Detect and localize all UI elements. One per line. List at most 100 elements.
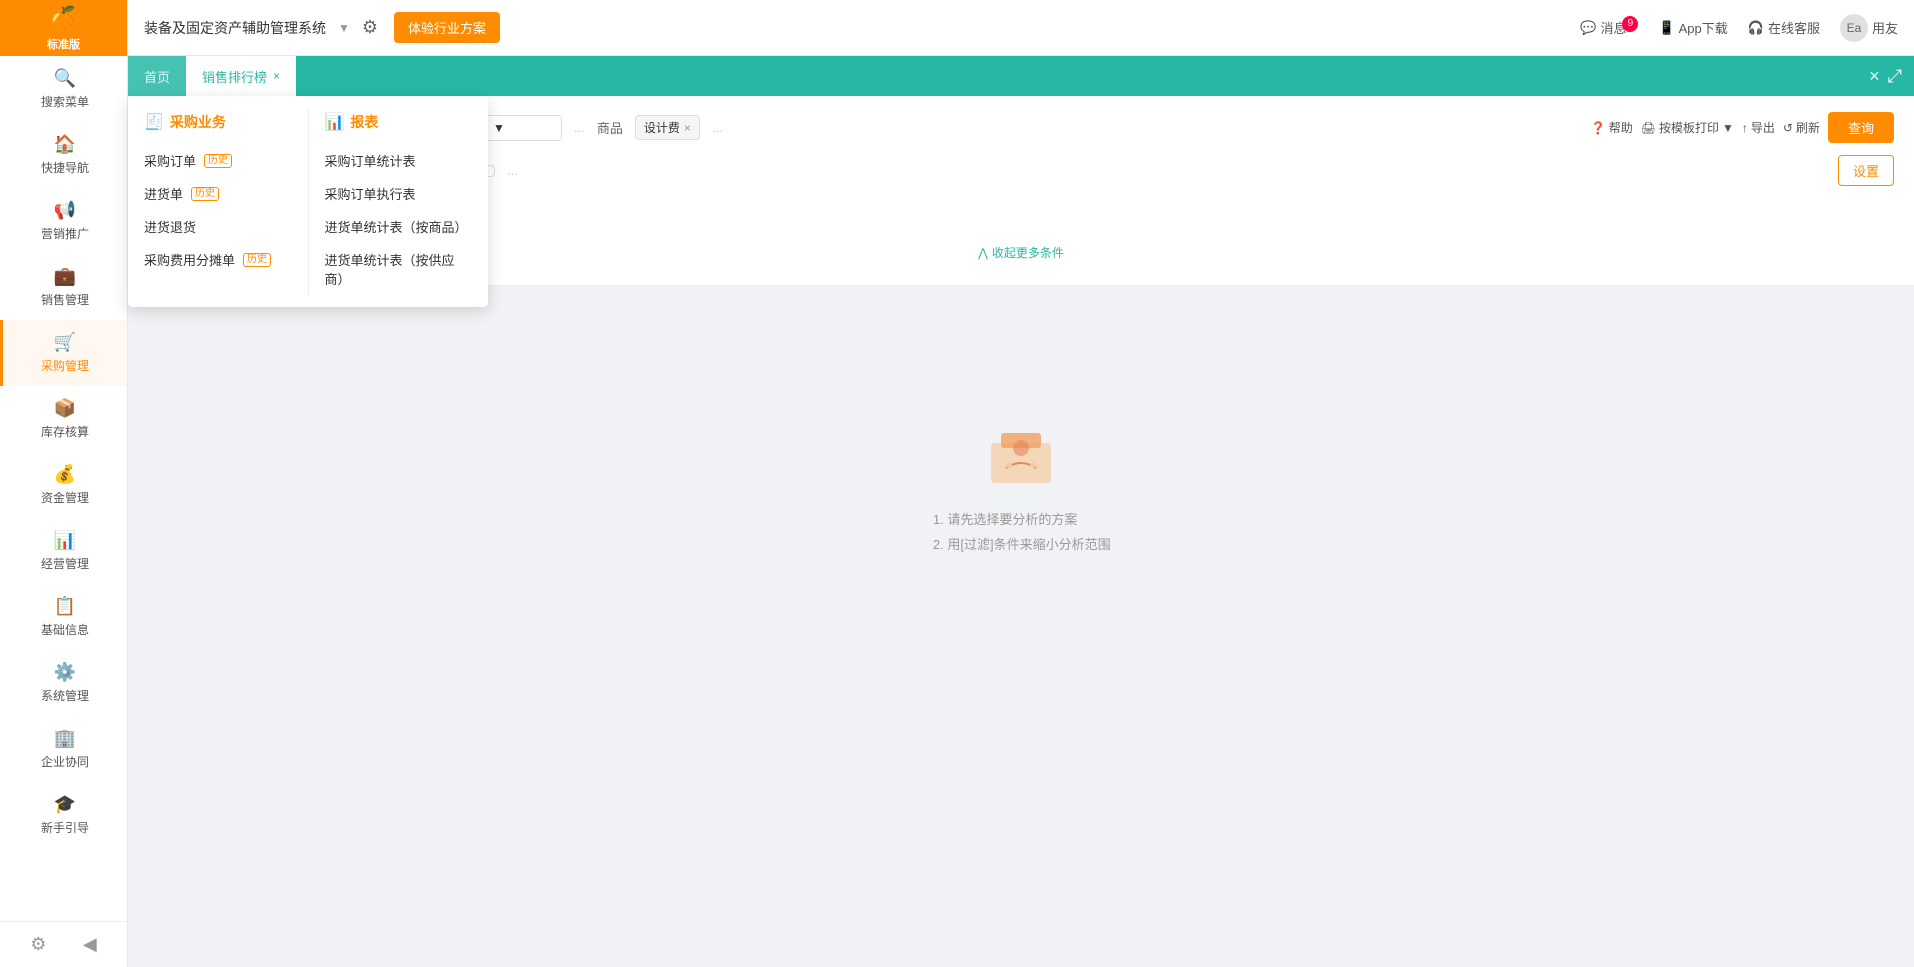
dropdown-item-cost-allocation[interactable]: 采购费用分摊单 历史 [144,243,292,276]
purchase-order-label: 采购订单 [144,151,196,170]
voucher-status-control[interactable]: ▼ [482,115,562,141]
refresh-icon: ↺ [1783,121,1793,135]
report-icon: 📊 [325,112,345,132]
dropdown-item-purchase-order[interactable]: 采购订单 历史 [144,144,292,177]
settings-button[interactable]: 设置 [1838,155,1894,186]
sidebar: 🍊 标准版 🔍 搜索菜单 🏠 快捷导航 📢 营销推广 💼 销售管理 🛒 采购管理… [0,0,128,967]
query-button[interactable]: 查询 [1828,112,1894,143]
return-label: 进货退货 [144,217,196,236]
tab-close-window-icon[interactable]: × [1869,66,1880,87]
basic-info-icon: 📋 [54,596,76,617]
incoming-by-supplier-label: 进货单统计表（按供应商） [325,250,473,288]
dropdown-item-incoming-by-supplier[interactable]: 进货单统计表（按供应商） [325,243,473,295]
finance-icon: 💰 [54,464,76,485]
tab-home[interactable]: 首页 [128,56,186,96]
report-title: 📊 报表 [325,108,473,132]
app-download-button[interactable]: 📱 App下载 [1658,18,1727,37]
dropdown-item-return[interactable]: 进货退货 [144,210,292,243]
sidebar-item-search[interactable]: 🔍 搜索菜单 [0,56,127,122]
report-label: 报表 [350,112,378,132]
help-icon: ❓ [1591,121,1606,135]
incoming-label: 进货单 [144,184,183,203]
tab-sales-ranking[interactable]: 销售排行榜 × [186,56,296,96]
toolbar-right: ❓ 帮助 🖨 按模板打印 ▼ ↑ 导出 ↺ 刷新 查询 [1591,112,1894,143]
sidebar-bottom: ⚙ ◀ [0,921,127,967]
purchase-business-label: 采购业务 [170,112,226,132]
empty-illustration [971,413,1071,493]
sidebar-item-sales[interactable]: 💼 销售管理 [0,254,127,320]
report-column: 📊 报表 采购订单统计表 采购订单执行表 进货单统计表（按商品） 进货单统计表（… [308,108,489,295]
avatar: Ea [1840,14,1868,42]
message-badge: 9 [1622,16,1638,32]
purchase-icon: 🛒 [54,332,76,353]
sidebar-logo: 🍊 标准版 [0,0,127,56]
sidebar-item-marketing[interactable]: 📢 营销推广 [0,188,127,254]
incoming-by-goods-label: 进货单统计表（按商品） [325,217,468,236]
goods-dots[interactable]: ... [712,120,723,135]
topbar-settings-icon[interactable]: ⚙ [362,17,378,38]
sidebar-item-quick-nav[interactable]: 🏠 快捷导航 [0,122,127,188]
message-icon: 💬 [1580,20,1596,36]
industry-solution-button[interactable]: 体验行业方案 [394,12,500,43]
sidebar-item-basic-info[interactable]: 📋 基础信息 [0,584,127,650]
beginner-icon: 🎓 [54,794,76,815]
refresh-button[interactable]: ↺ 刷新 [1783,119,1820,136]
sidebar-item-label: 资金管理 [41,489,89,506]
sidebar-item-beginner[interactable]: 🎓 新手引导 [0,782,127,848]
online-service-button[interactable]: 🎧 在线客服 [1748,18,1820,37]
print-template-button[interactable]: ❓ 帮助 [1591,119,1633,136]
sidebar-item-inventory[interactable]: 📦 库存核算 [0,386,127,452]
tabbar-right: × ⤢ [1869,66,1914,87]
dropdown-columns: 🧾 采购业务 采购订单 历史 进货单 历史 进货退货 采购费用分摊单 历史 📊 [128,108,488,295]
dropdown-item-order-exec[interactable]: 采购订单执行表 [325,177,473,210]
history-badge-purchase-order: 历史 [204,154,232,168]
topbar-right: 💬 消息 9 📱 App下载 🎧 在线客服 Ea 用友 [1580,14,1898,42]
system-dropdown-icon[interactable]: ▼ [338,21,350,35]
message-button[interactable]: 💬 消息 9 [1580,18,1638,37]
sidebar-item-operations[interactable]: 📊 经营管理 [0,518,127,584]
salesperson-dots[interactable]: ... [507,163,518,178]
sidebar-item-purchase[interactable]: 🛒 采购管理 [0,320,127,386]
sidebar-item-system[interactable]: ⚙️ 系统管理 [0,650,127,716]
settings-button[interactable]: ⚙ [30,934,46,955]
empty-hints: 请先选择要分析的方案 用[过滤]条件来缩小分析范围 [931,509,1110,559]
empty-hint-1: 请先选择要分析的方案 [947,509,1110,528]
tab-sales-ranking-label: 销售排行榜 [202,67,267,86]
user-menu[interactable]: Ea 用友 [1840,14,1898,42]
print-icon: 🖨 [1641,121,1656,135]
dropdown-item-order-stats[interactable]: 采购订单统计表 [325,144,473,177]
app-download-label: App下载 [1679,18,1728,37]
sales-icon: 💼 [54,266,76,287]
dropdown-item-incoming[interactable]: 进货单 历史 [144,177,292,210]
goods-filter-tag[interactable]: 设计费 × [635,115,700,140]
marketing-icon: 📢 [54,200,76,221]
online-service-label: 在线客服 [1768,18,1820,37]
sidebar-item-label: 销售管理 [41,291,89,308]
order-stats-label: 采购订单统计表 [325,151,416,170]
collapse-sidebar-button[interactable]: ◀ [83,934,97,955]
cost-allocation-label: 采购费用分摊单 [144,250,235,269]
export-button[interactable]: ↑ 导出 [1742,119,1775,136]
sidebar-item-label: 系统管理 [41,687,89,704]
inventory-icon: 📦 [54,398,76,419]
dropdown-item-incoming-by-goods[interactable]: 进货单统计表（按商品） [325,210,473,243]
voucher-status-dots[interactable]: ... [574,120,585,135]
topbar: 装备及固定资产辅助管理系统 ▼ ⚙ 体验行业方案 💬 消息 9 📱 App下载 … [128,0,1914,56]
sidebar-item-label: 基础信息 [41,621,89,638]
sidebar-item-label: 营销推广 [41,225,89,242]
goods-remove-icon[interactable]: × [684,121,691,135]
tab-close-icon[interactable]: × [273,69,280,83]
sidebar-item-label: 库存核算 [41,423,89,440]
purchase-business-column: 🧾 采购业务 采购订单 历史 进货单 历史 进货退货 采购费用分摊单 历史 [128,108,308,295]
order-exec-label: 采购订单执行表 [325,184,416,203]
logo-subtitle: 标准版 [47,36,80,52]
template-print-button[interactable]: 🖨 按模板打印 ▼ [1641,119,1734,136]
tab-expand-icon[interactable]: ⤢ [1888,66,1902,87]
sidebar-item-label: 经营管理 [41,555,89,572]
tab-home-label: 首页 [144,67,170,86]
history-badge-incoming: 历史 [191,187,219,201]
sidebar-item-enterprise[interactable]: 🏢 企业协同 [0,716,127,782]
empty-hint-2: 用[过滤]条件来缩小分析范围 [947,534,1110,553]
purchase-business-icon: 🧾 [144,112,164,132]
sidebar-item-finance[interactable]: 💰 资金管理 [0,452,127,518]
